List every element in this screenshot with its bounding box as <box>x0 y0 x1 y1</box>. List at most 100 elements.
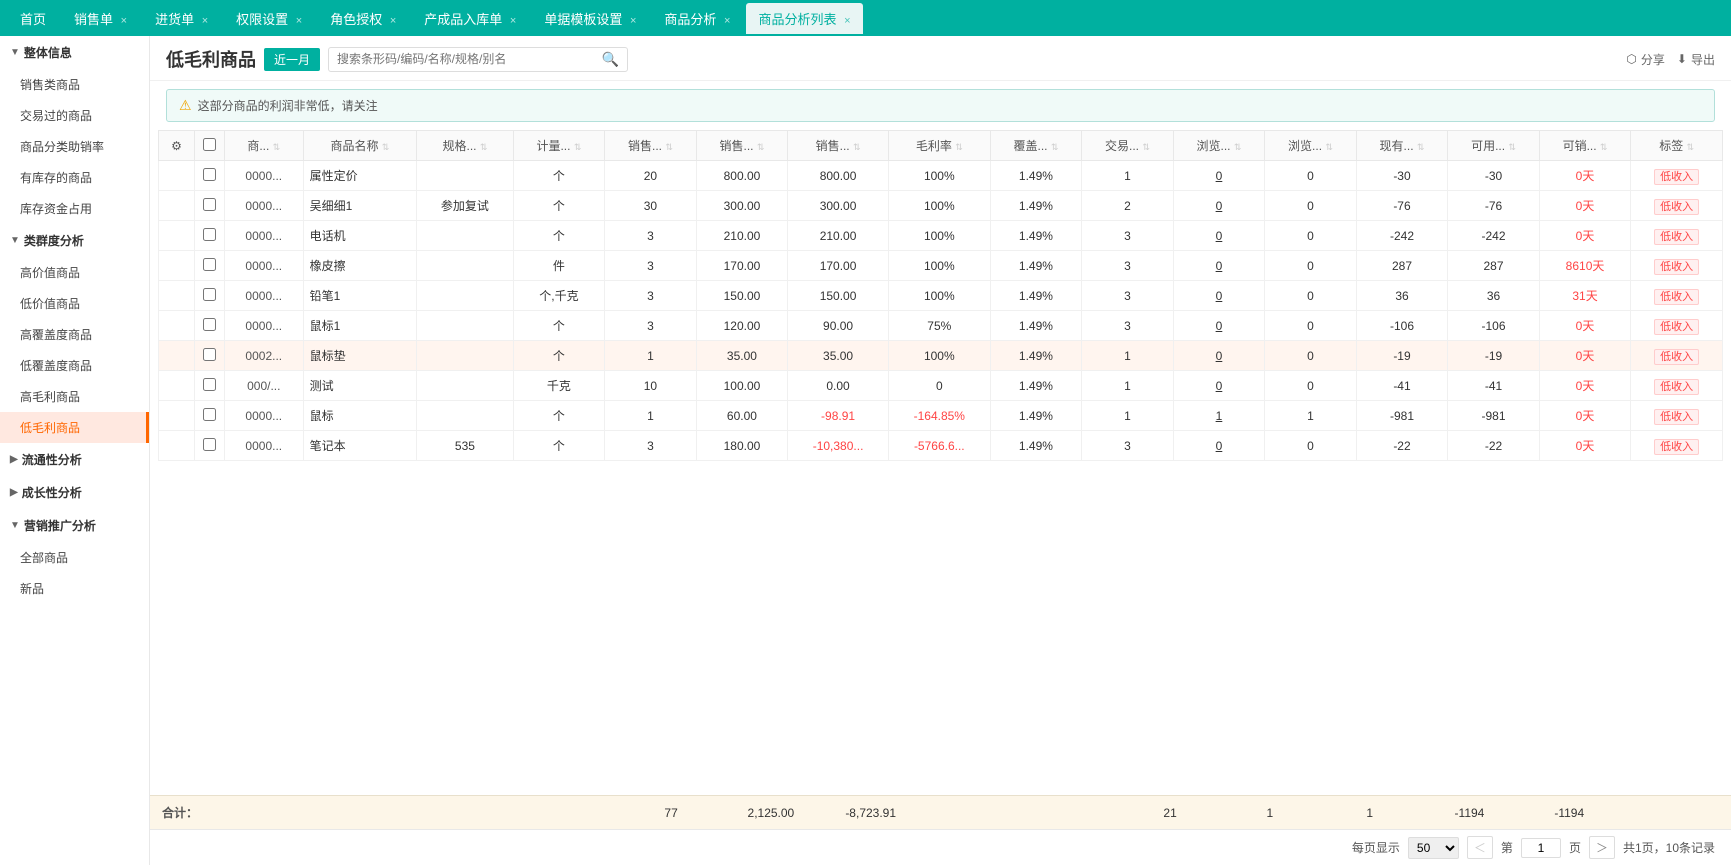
row-select-checkbox-6[interactable] <box>203 348 216 361</box>
row-select-checkbox-0[interactable] <box>203 168 216 181</box>
col-stock-usable[interactable]: 可用... ⇅ <box>1448 131 1540 161</box>
sidebar-item-new-goods[interactable]: 新品 <box>0 573 149 604</box>
row-views1-9[interactable]: 0 <box>1173 431 1265 461</box>
nav-purchase[interactable]: 进货单 × <box>143 3 220 34</box>
row-views1-3[interactable]: 0 <box>1173 251 1265 281</box>
col-tag[interactable]: 标签 ⇅ <box>1631 131 1723 161</box>
per-page-select[interactable]: 50 100 200 <box>1408 837 1459 859</box>
nav-template[interactable]: 单据模板设置 × <box>532 3 648 34</box>
search-icon[interactable]: 🔍 <box>602 51 619 68</box>
nav-permissions[interactable]: 权限设置 × <box>224 3 314 34</box>
col-views1[interactable]: 浏览... ⇅ <box>1173 131 1265 161</box>
col-sales-price[interactable]: 销售... ⇅ <box>696 131 788 161</box>
sidebar-item-low-margin[interactable]: 低毛利商品 <box>0 412 149 443</box>
page-number-input[interactable] <box>1521 838 1561 858</box>
row-checkbox-7[interactable] <box>195 371 225 401</box>
close-products-in-icon[interactable]: × <box>510 15 516 27</box>
row-unit-3: 件 <box>513 251 605 281</box>
sidebar-item-high-margin[interactable]: 高毛利商品 <box>0 381 149 412</box>
row-select-checkbox-8[interactable] <box>203 408 216 421</box>
close-goods-analysis-list-icon[interactable]: × <box>844 15 850 27</box>
share-button[interactable]: ⬡ 分享 <box>1626 51 1665 68</box>
sidebar-item-high-value[interactable]: 高价值商品 <box>0 257 149 288</box>
nav-sales[interactable]: 销售单 × <box>62 3 139 34</box>
col-gross-rate[interactable]: 毛利率 ⇅ <box>888 131 990 161</box>
row-select-checkbox-5[interactable] <box>203 318 216 331</box>
row-views1-0[interactable]: 0 <box>1173 161 1265 191</box>
row-sales-qty-5: 3 <box>605 311 697 341</box>
row-views1-4[interactable]: 0 <box>1173 281 1265 311</box>
sidebar-item-inventory-capital[interactable]: 库存资金占用 <box>0 193 149 224</box>
prev-page-button[interactable]: ＜ <box>1467 836 1493 859</box>
sidebar-item-all-goods[interactable]: 全部商品 <box>0 542 149 573</box>
row-checkbox-8[interactable] <box>195 401 225 431</box>
nav-roles[interactable]: 角色授权 × <box>318 3 408 34</box>
col-stock-saleable[interactable]: 可销... ⇅ <box>1539 131 1631 161</box>
row-views1-1[interactable]: 0 <box>1173 191 1265 221</box>
row-views1-7[interactable]: 0 <box>1173 371 1265 401</box>
row-checkbox-4[interactable] <box>195 281 225 311</box>
sidebar-item-low-value[interactable]: 低价值商品 <box>0 288 149 319</box>
sidebar-item-low-coverage[interactable]: 低覆盖度商品 <box>0 350 149 381</box>
sidebar-section-overall[interactable]: ▼ 整体信息 <box>0 36 149 69</box>
row-views2-6: 0 <box>1265 341 1357 371</box>
row-views1-2[interactable]: 0 <box>1173 221 1265 251</box>
row-checkbox-9[interactable] <box>195 431 225 461</box>
col-unit[interactable]: 计量... ⇅ <box>513 131 605 161</box>
period-button[interactable]: 近一月 <box>264 48 320 71</box>
close-roles-icon[interactable]: × <box>390 15 396 27</box>
row-checkbox-6[interactable] <box>195 341 225 371</box>
sidebar-item-high-coverage[interactable]: 高覆盖度商品 <box>0 319 149 350</box>
next-page-button[interactable]: ＞ <box>1589 836 1615 859</box>
row-checkbox-3[interactable] <box>195 251 225 281</box>
nav-goods-analysis-list[interactable]: 商品分析列表 × <box>746 3 862 34</box>
sidebar-section-liquidity[interactable]: ▶ 流通性分析 <box>0 443 149 476</box>
col-transactions[interactable]: 交易... ⇅ <box>1082 131 1174 161</box>
row-select-checkbox-3[interactable] <box>203 258 216 271</box>
close-sales-icon[interactable]: × <box>121 15 127 27</box>
row-checkbox-5[interactable] <box>195 311 225 341</box>
row-views1-6[interactable]: 0 <box>1173 341 1265 371</box>
col-checkbox-all[interactable] <box>195 131 225 161</box>
col-name[interactable]: 商品名称 ⇅ <box>303 131 417 161</box>
row-select-checkbox-4[interactable] <box>203 288 216 301</box>
row-select-checkbox-9[interactable] <box>203 438 216 451</box>
row-stock-saleable-0: 0天 <box>1539 161 1631 191</box>
sidebar-item-sales-goods[interactable]: 销售类商品 <box>0 69 149 100</box>
row-select-checkbox-7[interactable] <box>203 378 216 391</box>
close-permissions-icon[interactable]: × <box>296 15 302 27</box>
search-input[interactable] <box>337 52 602 66</box>
row-code-3: 0000... <box>225 251 304 281</box>
col-coverage[interactable]: 覆盖... ⇅ <box>990 131 1082 161</box>
nav-goods-analysis[interactable]: 商品分析 × <box>652 3 742 34</box>
close-template-icon[interactable]: × <box>630 15 636 27</box>
sidebar-item-category-rate[interactable]: 商品分类助销率 <box>0 131 149 162</box>
row-select-checkbox-1[interactable] <box>203 198 216 211</box>
row-select-checkbox-2[interactable] <box>203 228 216 241</box>
sidebar-item-traded-goods[interactable]: 交易过的商品 <box>0 100 149 131</box>
row-unit-7: 千克 <box>513 371 605 401</box>
col-sales-qty[interactable]: 销售... ⇅ <box>605 131 697 161</box>
col-spec[interactable]: 规格... ⇅ <box>417 131 513 161</box>
col-views2[interactable]: 浏览... ⇅ <box>1265 131 1357 161</box>
row-views1-5[interactable]: 0 <box>1173 311 1265 341</box>
close-goods-analysis-icon[interactable]: × <box>724 15 730 27</box>
row-views1-8[interactable]: 1 <box>1173 401 1265 431</box>
export-button[interactable]: ⬇ 导出 <box>1677 51 1715 68</box>
sidebar-section-cluster[interactable]: ▼ 类群度分析 <box>0 224 149 257</box>
close-purchase-icon[interactable]: × <box>202 15 208 27</box>
select-all-checkbox[interactable] <box>203 138 216 151</box>
col-code[interactable]: 商... ⇅ <box>225 131 304 161</box>
nav-products-in[interactable]: 产成品入库单 × <box>412 3 528 34</box>
col-stock-current[interactable]: 现有... ⇅ <box>1356 131 1448 161</box>
nav-home[interactable]: 首页 <box>8 3 58 34</box>
row-stock-current-4: 36 <box>1356 281 1448 311</box>
row-checkbox-2[interactable] <box>195 221 225 251</box>
col-settings[interactable]: ⚙ <box>159 131 195 161</box>
row-checkbox-0[interactable] <box>195 161 225 191</box>
sidebar-section-growth[interactable]: ▶ 成长性分析 <box>0 476 149 509</box>
col-sales-profit[interactable]: 销售... ⇅ <box>788 131 889 161</box>
sidebar-section-marketing[interactable]: ▼ 营销推广分析 <box>0 509 149 542</box>
row-checkbox-1[interactable] <box>195 191 225 221</box>
sidebar-item-stocked-goods[interactable]: 有库存的商品 <box>0 162 149 193</box>
